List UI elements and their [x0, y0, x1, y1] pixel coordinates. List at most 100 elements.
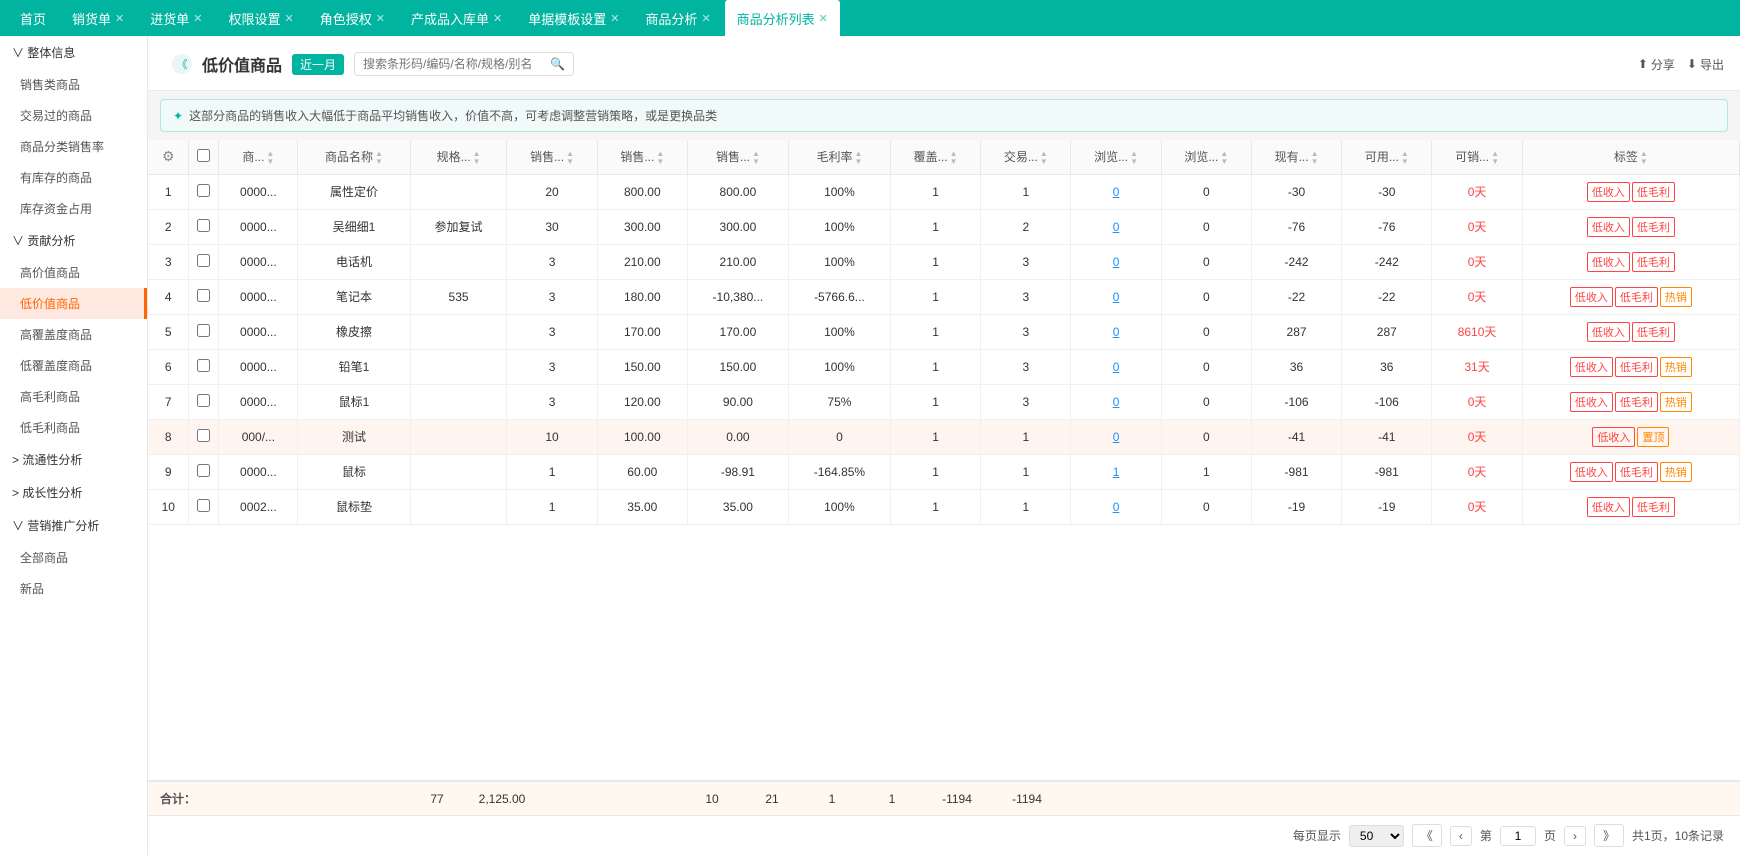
cell-checkbox[interactable]	[189, 314, 219, 349]
col-sale-amount[interactable]: 销售...▲▼	[687, 140, 788, 174]
cell-sale-price: 210.00	[597, 244, 687, 279]
browse-link[interactable]: 0	[1113, 185, 1120, 199]
nav-permission-settings[interactable]: 权限设置 ✕	[216, 0, 305, 36]
sidebar-item-all-products[interactable]: 全部商品	[0, 542, 147, 573]
select-all-checkbox[interactable]	[197, 149, 210, 162]
current-page-input[interactable]	[1500, 826, 1536, 846]
cell-id: 0000...	[219, 349, 298, 384]
row-checkbox[interactable]	[197, 429, 210, 442]
row-checkbox[interactable]	[197, 254, 210, 267]
row-checkbox[interactable]	[197, 289, 210, 302]
search-icon[interactable]: 🔍	[550, 57, 565, 71]
col-browse2[interactable]: 浏览...▲▼	[1161, 140, 1251, 174]
nav-product-analysis[interactable]: 商品分析 ✕	[633, 0, 722, 36]
sidebar-group-overall[interactable]: ∨ 整体信息	[0, 36, 147, 69]
col-coverage[interactable]: 覆盖...▲▼	[890, 140, 980, 174]
browse-link[interactable]: 0	[1113, 325, 1120, 339]
browse-link[interactable]: 0	[1113, 430, 1120, 444]
sidebar-group-circulation[interactable]: > 流通性分析	[0, 443, 147, 476]
settings-icon[interactable]: ⚙	[162, 148, 175, 164]
row-checkbox[interactable]	[197, 219, 210, 232]
next-page-button[interactable]: ›	[1564, 826, 1586, 846]
sidebar-item-high-margin[interactable]: 高毛利商品	[0, 381, 147, 412]
cell-checkbox[interactable]	[189, 279, 219, 314]
row-checkbox[interactable]	[197, 499, 210, 512]
col-transaction[interactable]: 交易...▲▼	[981, 140, 1071, 174]
cell-checkbox[interactable]	[189, 244, 219, 279]
col-current-stock[interactable]: 现有...▲▼	[1251, 140, 1341, 174]
close-icon[interactable]: ✕	[193, 12, 202, 25]
cell-checkbox[interactable]	[189, 174, 219, 209]
sidebar-item-category-sales-rate[interactable]: 商品分类销售率	[0, 131, 147, 162]
cell-checkbox[interactable]	[189, 419, 219, 454]
search-input[interactable]	[363, 57, 544, 71]
nav-product-analysis-list[interactable]: 商品分析列表 ✕	[725, 0, 840, 36]
close-icon[interactable]: ✕	[610, 12, 619, 25]
sidebar-group-growth[interactable]: > 成长性分析	[0, 476, 147, 509]
col-id[interactable]: 商...▲▼	[219, 140, 298, 174]
close-icon[interactable]: ✕	[376, 12, 385, 25]
cell-gross-margin: 100%	[788, 349, 890, 384]
row-checkbox[interactable]	[197, 359, 210, 372]
cell-browse1: 0	[1071, 419, 1161, 454]
cell-checkbox[interactable]	[189, 454, 219, 489]
last-page-button[interactable]: 》	[1594, 824, 1624, 847]
col-tags[interactable]: 标签▲▼	[1522, 140, 1739, 174]
close-icon[interactable]: ✕	[285, 12, 294, 25]
export-button[interactable]: ⬇ 导出	[1687, 56, 1724, 73]
cell-sale-amount: 90.00	[687, 384, 788, 419]
browse-link[interactable]: 0	[1113, 290, 1120, 304]
browse-link[interactable]: 0	[1113, 220, 1120, 234]
col-sale-count[interactable]: 销售...▲▼	[507, 140, 597, 174]
row-checkbox[interactable]	[197, 464, 210, 477]
col-browse1[interactable]: 浏览...▲▼	[1071, 140, 1161, 174]
col-sellable[interactable]: 可销...▲▼	[1432, 140, 1522, 174]
cell-checkbox[interactable]	[189, 209, 219, 244]
cell-checkbox[interactable]	[189, 384, 219, 419]
col-gross-margin[interactable]: 毛利率▲▼	[788, 140, 890, 174]
sidebar-item-inventory-capital[interactable]: 库存资金占用	[0, 193, 147, 224]
collapse-sidebar-button[interactable]: 《	[172, 54, 192, 74]
nav-product-inbound[interactable]: 产成品入库单 ✕	[399, 0, 514, 36]
sidebar-item-stocked-products[interactable]: 有库存的商品	[0, 162, 147, 193]
row-checkbox[interactable]	[197, 184, 210, 197]
nav-role-auth[interactable]: 角色授权 ✕	[308, 0, 397, 36]
sidebar-item-low-value[interactable]: 低价值商品	[0, 288, 147, 319]
nav-home[interactable]: 首页	[8, 0, 58, 36]
browse-link[interactable]: 0	[1113, 255, 1120, 269]
share-button[interactable]: ⬆ 分享	[1638, 56, 1675, 73]
sidebar-item-low-coverage[interactable]: 低覆盖度商品	[0, 350, 147, 381]
sidebar-group-marketing[interactable]: ∨ 营销推广分析	[0, 509, 147, 542]
browse-link[interactable]: 1	[1113, 465, 1120, 479]
sidebar-item-traded-products[interactable]: 交易过的商品	[0, 100, 147, 131]
first-page-button[interactable]: 《	[1412, 824, 1442, 847]
per-page-select[interactable]: 50 100 200	[1349, 825, 1404, 847]
nav-sales-order[interactable]: 销货单 ✕	[60, 0, 136, 36]
time-badge[interactable]: 近一月	[292, 54, 344, 75]
close-icon[interactable]: ✕	[493, 12, 502, 25]
browse-link[interactable]: 0	[1113, 360, 1120, 374]
sidebar-item-new-products[interactable]: 新品	[0, 573, 147, 604]
col-name[interactable]: 商品名称▲▼	[298, 140, 410, 174]
row-checkbox[interactable]	[197, 324, 210, 337]
nav-template-settings[interactable]: 单据模板设置 ✕	[516, 0, 631, 36]
close-icon[interactable]: ✕	[819, 12, 828, 25]
col-settings[interactable]: ⚙	[148, 140, 189, 174]
row-checkbox[interactable]	[197, 394, 210, 407]
browse-link[interactable]: 0	[1113, 500, 1120, 514]
sidebar-item-high-value[interactable]: 高价值商品	[0, 257, 147, 288]
cell-checkbox[interactable]	[189, 349, 219, 384]
col-available[interactable]: 可用...▲▼	[1342, 140, 1432, 174]
nav-purchase-order[interactable]: 进货单 ✕	[138, 0, 214, 36]
sidebar-item-sales-products[interactable]: 销售类商品	[0, 69, 147, 100]
cell-checkbox[interactable]	[189, 489, 219, 524]
close-icon[interactable]: ✕	[701, 12, 710, 25]
browse-link[interactable]: 0	[1113, 395, 1120, 409]
sidebar-group-contribution[interactable]: ∨ 贡献分析	[0, 224, 147, 257]
close-icon[interactable]: ✕	[115, 12, 124, 25]
col-sale-price[interactable]: 销售...▲▼	[597, 140, 687, 174]
sidebar-item-low-margin[interactable]: 低毛利商品	[0, 412, 147, 443]
prev-page-button[interactable]: ‹	[1450, 826, 1472, 846]
col-spec[interactable]: 规格...▲▼	[410, 140, 507, 174]
sidebar-item-high-coverage[interactable]: 高覆盖度商品	[0, 319, 147, 350]
